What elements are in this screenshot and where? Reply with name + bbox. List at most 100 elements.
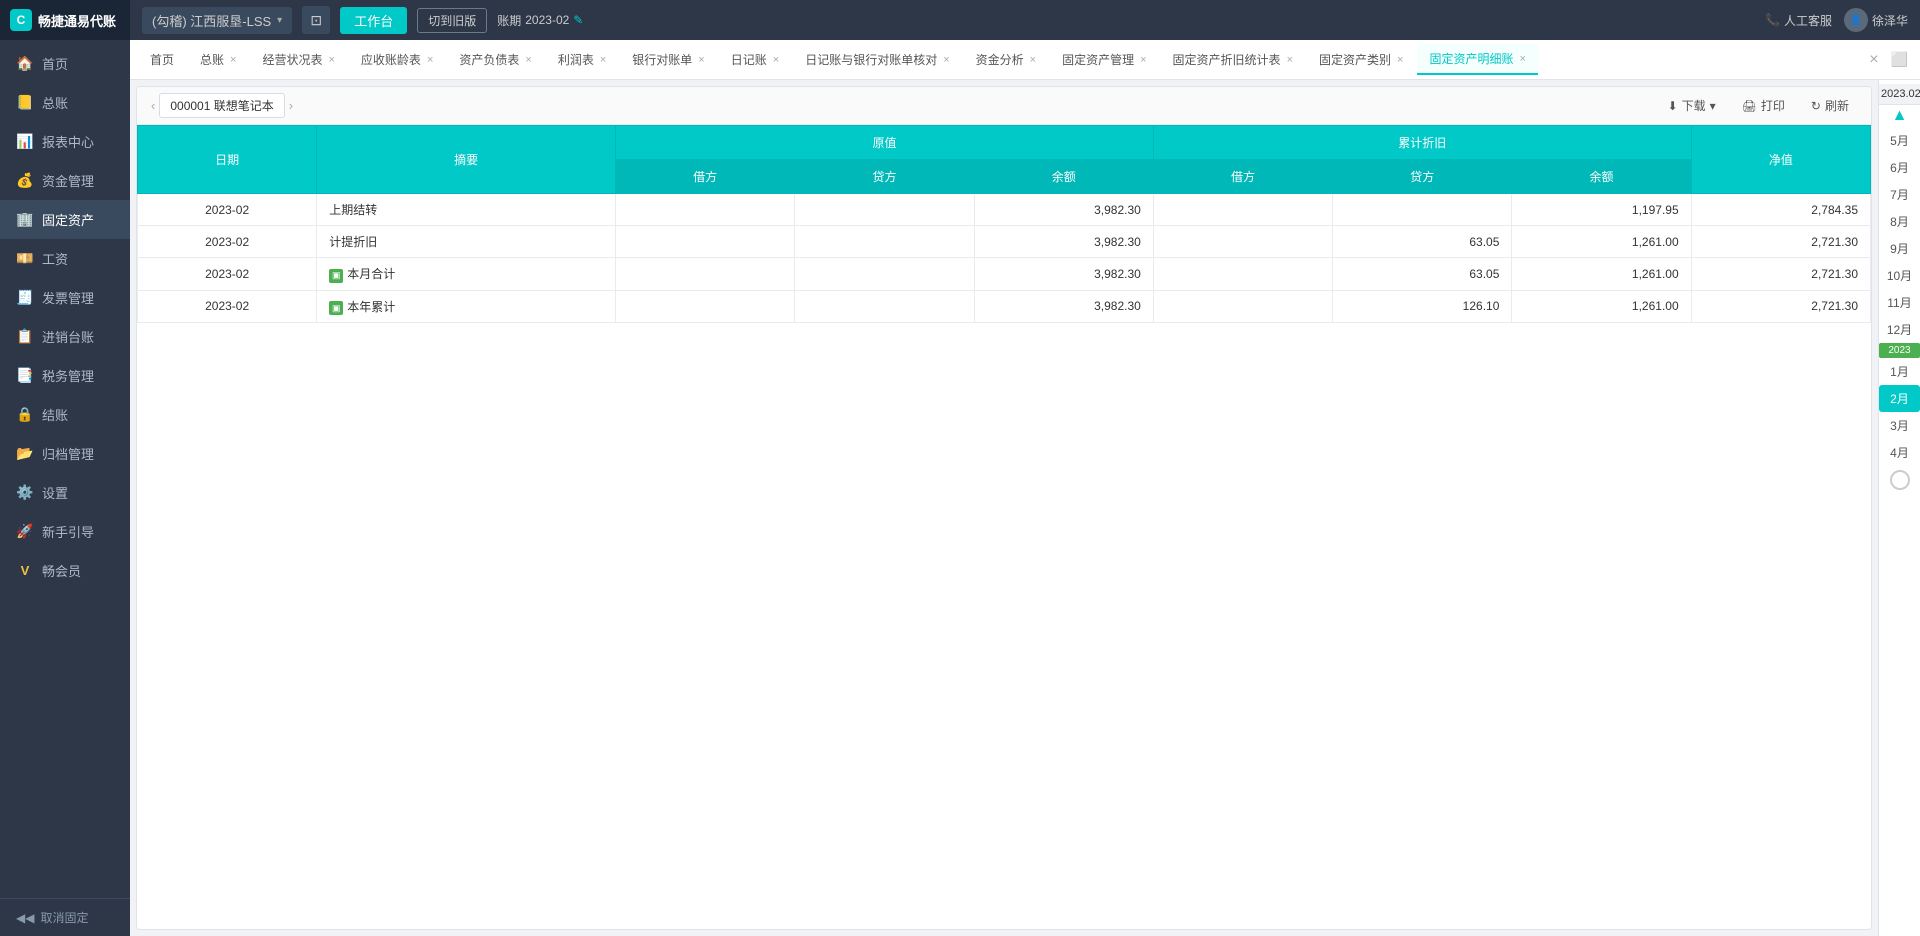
sidebar-item-fixed-assets[interactable]: 🏢 固定资产 [0, 200, 130, 239]
breadcrumb-prev-icon[interactable]: ‹ [151, 98, 155, 113]
tab-balance-sheet-close[interactable]: × [525, 54, 531, 66]
cell-orig-debit [616, 226, 795, 258]
nav-month-3[interactable]: 3月 [1879, 412, 1920, 439]
cashflow-icon: 💰 [16, 172, 34, 189]
nav-month-4[interactable]: 4月 [1879, 439, 1920, 466]
refresh-label: 刷新 [1825, 97, 1849, 114]
nav-up-arrow[interactable]: ▲ [1890, 105, 1910, 127]
tab-ar-aging[interactable]: 应收账龄表 × [349, 45, 445, 74]
nav-month-7[interactable]: 7月 [1879, 181, 1920, 208]
tab-ar-aging-close[interactable]: × [427, 54, 433, 66]
tab-fa-depreciation-close[interactable]: × [1287, 54, 1293, 66]
cell-accum-balance: 1,261.00 [1512, 258, 1691, 291]
breadcrumb-next-icon[interactable]: › [289, 98, 293, 113]
sidebar-item-label: 首页 [42, 54, 68, 73]
tab-bar: 首页 总账 × 经营状况表 × 应收账龄表 × 资产负债表 × 利润表 × 银行… [130, 40, 1920, 80]
tab-journal[interactable]: 日记账 × [719, 45, 791, 74]
date-navigator: 2023.02 ▲ 5月 6月 7月 8月 9月 10月 11月 12月 202… [1878, 80, 1920, 936]
cell-accum-balance: 1,261.00 [1512, 226, 1691, 258]
sidebar-item-ledger[interactable]: 📒 总账 [0, 83, 130, 122]
copy-icon-button[interactable]: ⊡ [302, 6, 330, 34]
period-edit-icon[interactable]: ✎ [573, 13, 583, 27]
sidebar-item-home[interactable]: 🏠 首页 [0, 44, 130, 83]
sidebar-item-archive[interactable]: 📂 归档管理 [0, 434, 130, 473]
refresh-button[interactable]: ↻ 刷新 [1803, 93, 1857, 118]
sidebar-item-cashflow[interactable]: 💰 资金管理 [0, 161, 130, 200]
cell-accum-balance: 1,261.00 [1512, 290, 1691, 323]
tab-fa-management[interactable]: 固定资产管理 × [1050, 45, 1158, 74]
tab-bank-statement-close[interactable]: × [698, 54, 704, 66]
tab-fa-category[interactable]: 固定资产类别 × [1307, 45, 1415, 74]
company-selector[interactable]: (勾稽) 江西服垦-LSS ▾ [142, 7, 292, 34]
service-icon: 📞 [1765, 13, 1780, 27]
tab-ledger[interactable]: 总账 × [188, 45, 248, 74]
cell-orig-credit [795, 226, 974, 258]
sidebar-item-close-books[interactable]: 🔒 结账 [0, 395, 130, 434]
download-icon: ⬇ [1668, 99, 1678, 113]
sidebar-item-invoice[interactable]: 🧾 发票管理 [0, 278, 130, 317]
old-version-button[interactable]: 切到旧版 [417, 8, 487, 33]
download-button[interactable]: ⬇ 下载 ▾ [1660, 93, 1724, 118]
sidebar-item-tax[interactable]: 📑 税务管理 [0, 356, 130, 395]
sidebar: C 畅捷通易代账 🏠 首页 📒 总账 📊 报表中心 💰 资金管理 🏢 固定资产 … [0, 0, 130, 936]
tab-journal-reconcile-label: 日记账与银行对账单核对 [805, 51, 937, 68]
tab-journal-close[interactable]: × [773, 54, 779, 66]
tab-income-statement-close[interactable]: × [600, 54, 606, 66]
col-orig-credit-header: 贷方 [795, 160, 974, 194]
maximize-button[interactable]: ⬜ [1887, 47, 1912, 72]
tab-cash-analysis-close[interactable]: × [1030, 54, 1036, 66]
nav-month-10[interactable]: 10月 [1879, 262, 1920, 289]
sidebar-item-settings[interactable]: ⚙️ 设置 [0, 473, 130, 512]
tab-cash-analysis[interactable]: 资金分析 × [964, 45, 1048, 74]
breadcrumb-item[interactable]: 000001 联想笔记本 [159, 93, 284, 118]
nav-month-1[interactable]: 1月 [1879, 358, 1920, 385]
tab-balance-sheet[interactable]: 资产负债表 × [447, 45, 543, 74]
workbench-button[interactable]: 工作台 [340, 7, 407, 34]
tab-fa-depreciation-label: 固定资产折旧统计表 [1173, 51, 1281, 68]
main-panel: ‹ 000001 联想笔记本 › ⬇ 下载 ▾ 🖨 打印 ↻ [136, 86, 1872, 930]
nav-month-5[interactable]: 5月 [1879, 127, 1920, 154]
topbar: (勾稽) 江西服垦-LSS ▾ ⊡ 工作台 切到旧版 账期 2023-02 ✎ … [130, 0, 1920, 40]
close-all-tabs-button[interactable]: × [1865, 47, 1882, 73]
sidebar-item-label: 工资 [42, 249, 68, 268]
service-button[interactable]: 📞 人工客服 [1765, 12, 1832, 29]
sidebar-item-member[interactable]: V 畅会员 [0, 551, 130, 590]
tab-business-status-close[interactable]: × [328, 54, 334, 66]
nav-month-8[interactable]: 8月 [1879, 208, 1920, 235]
cell-description: 计提折旧 [317, 226, 616, 258]
sidebar-item-reports[interactable]: 📊 报表中心 [0, 122, 130, 161]
tab-journal-reconcile-close[interactable]: × [943, 54, 949, 66]
tab-fa-category-close[interactable]: × [1397, 54, 1403, 66]
col-accumulated-dep-header: 累计折旧 [1153, 126, 1691, 160]
cell-orig-balance: 3,982.30 [974, 194, 1153, 226]
payroll-icon: 💴 [16, 250, 34, 267]
sidebar-unpin-button[interactable]: ◀◀ 取消固定 [0, 898, 130, 936]
cell-accum-credit [1333, 194, 1512, 226]
tab-bank-statement[interactable]: 银行对账单 × [620, 45, 716, 74]
sidebar-item-label: 税务管理 [42, 366, 94, 385]
cell-accum-balance: 1,197.95 [1512, 194, 1691, 226]
sidebar-item-sales[interactable]: 📋 进销台账 [0, 317, 130, 356]
tab-business-status[interactable]: 经营状况表 × [250, 45, 346, 74]
print-button[interactable]: 🖨 打印 [1734, 93, 1793, 118]
tab-fa-depreciation[interactable]: 固定资产折旧统计表 × [1161, 45, 1305, 74]
sidebar-item-guide[interactable]: 🚀 新手引导 [0, 512, 130, 551]
nav-month-9[interactable]: 9月 [1879, 235, 1920, 262]
tab-fa-detail-close[interactable]: × [1519, 53, 1525, 65]
cell-description: ▣本年累计 [317, 290, 616, 323]
tab-ledger-close[interactable]: × [230, 54, 236, 66]
user-menu[interactable]: 👤 徐泽华 [1844, 8, 1908, 32]
sidebar-logo: C 畅捷通易代账 [0, 0, 130, 40]
tab-journal-reconcile[interactable]: 日记账与银行对账单核对 × [793, 45, 961, 74]
tab-income-statement[interactable]: 利润表 × [546, 45, 618, 74]
sidebar-item-payroll[interactable]: 💴 工资 [0, 239, 130, 278]
copy-icon: ⊡ [310, 12, 322, 29]
nav-month-11[interactable]: 11月 [1879, 289, 1920, 316]
nav-month-12[interactable]: 12月 [1879, 316, 1920, 343]
tab-fa-management-close[interactable]: × [1140, 54, 1146, 66]
nav-month-2[interactable]: 2月 [1879, 385, 1920, 412]
tab-home[interactable]: 首页 [138, 45, 186, 74]
col-orig-balance-header: 余额 [974, 160, 1153, 194]
nav-month-6[interactable]: 6月 [1879, 154, 1920, 181]
tab-fa-detail[interactable]: 固定资产明细账 × [1417, 44, 1537, 75]
